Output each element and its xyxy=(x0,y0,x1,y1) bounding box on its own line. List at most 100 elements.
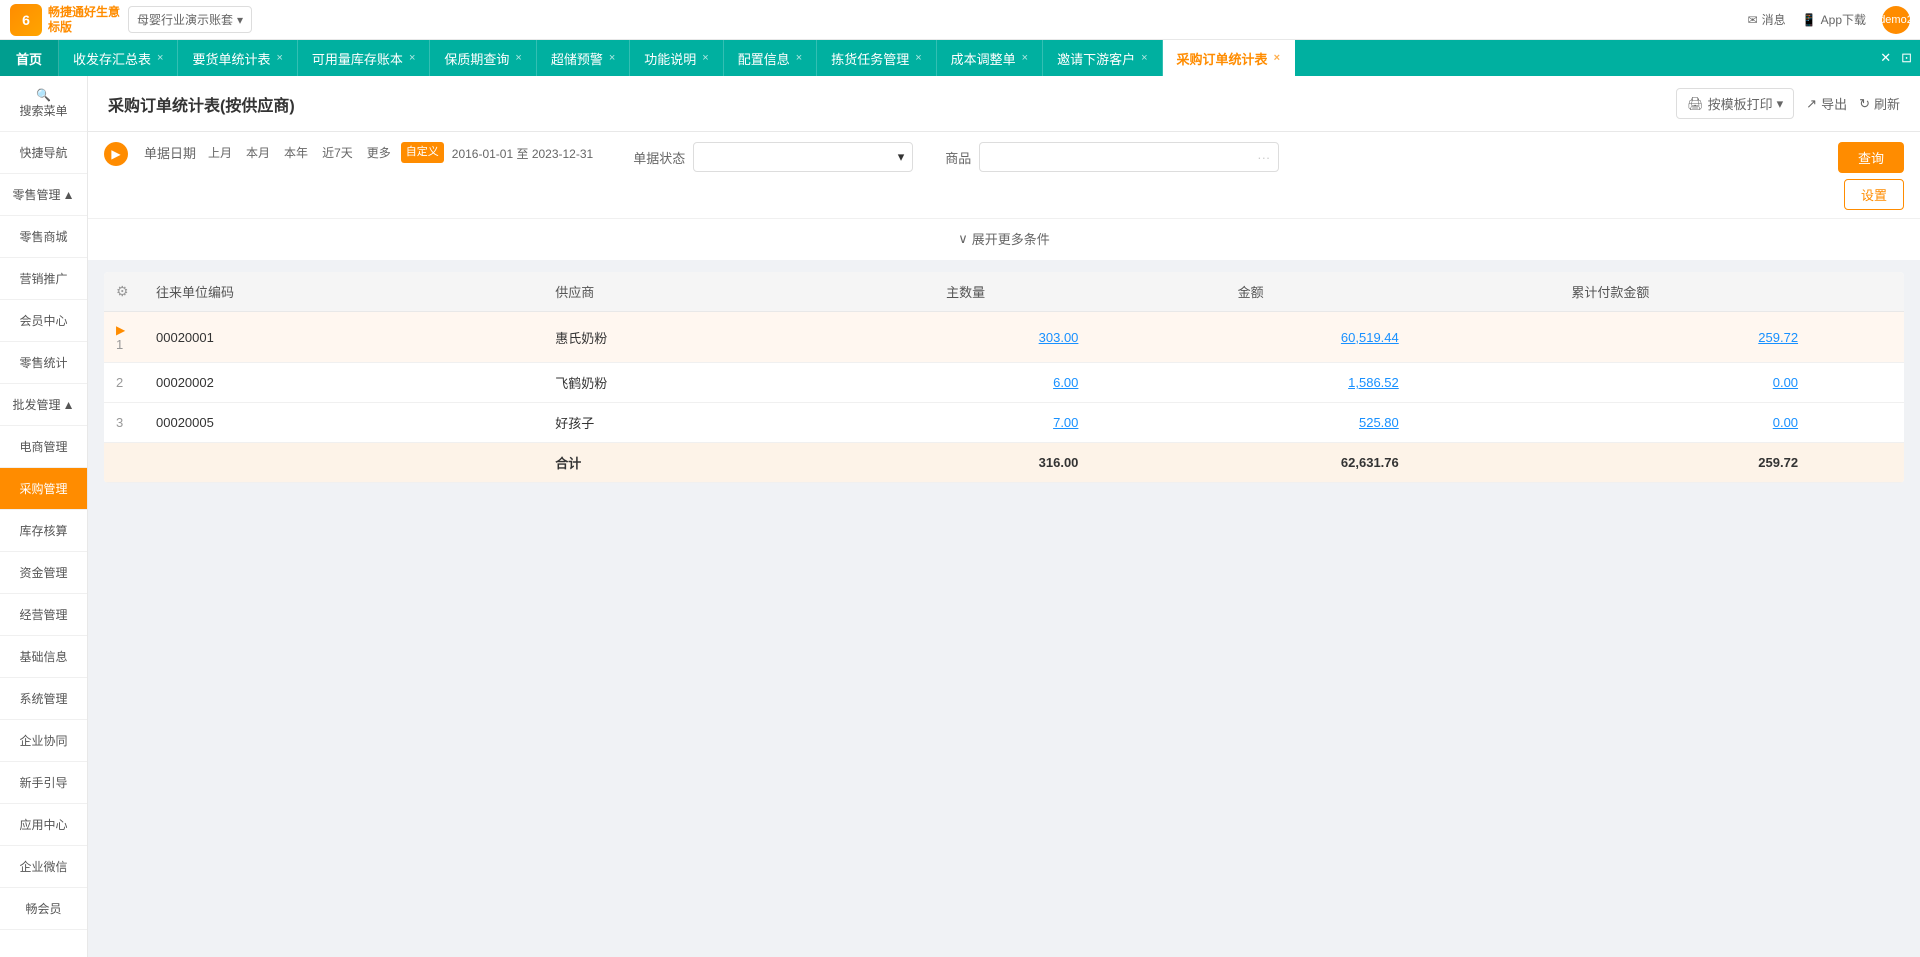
sidebar-item-enterprise-collab[interactable]: 企业协同 xyxy=(0,720,87,762)
row-index: 2 xyxy=(104,363,144,403)
row-amount[interactable]: 1,586.52 xyxy=(1090,363,1410,403)
tab-receive-summary[interactable]: 收发存汇总表 × xyxy=(59,40,178,76)
close-icon[interactable]: × xyxy=(515,52,521,64)
sidebar-item-operations[interactable]: 经营管理 xyxy=(0,594,87,636)
refresh-button[interactable]: ↻ 刷新 xyxy=(1859,94,1900,113)
row-quantity[interactable]: 6.00 xyxy=(841,363,1091,403)
close-window-icon[interactable]: ✕ xyxy=(1880,50,1891,66)
date-shortcuts: 上月 本月 本年 近7天 更多 自定义 xyxy=(204,142,444,163)
row-amount[interactable]: 525.80 xyxy=(1090,403,1410,443)
tab-config-info[interactable]: 配置信息 × xyxy=(724,40,817,76)
sidebar-item-ecommerce[interactable]: 电商管理 xyxy=(0,426,87,468)
workspace-selector[interactable]: 母婴行业演示账套 ▾ xyxy=(128,6,252,33)
close-icon[interactable]: × xyxy=(1022,52,1028,64)
expand-more-button[interactable]: ∨ 展开更多条件 xyxy=(946,223,1062,254)
page-header: 采购订单统计表(按供应商) 🖨 按模板打印 ▾ ↗ 导出 ↻ 刷新 xyxy=(88,76,1920,132)
row-quantity[interactable]: 303.00 xyxy=(841,312,1091,363)
sidebar-item-member-center[interactable]: 会员中心 xyxy=(0,300,87,342)
tab-home[interactable]: 首页 xyxy=(0,40,59,76)
date-filter-section: 单据日期 上月 本月 本年 近7天 更多 自定义 2016-01-01 至 20… xyxy=(144,142,593,163)
tab-pick-task[interactable]: 拣货任务管理 × xyxy=(817,40,936,76)
sidebar-item-enterprise-wechat[interactable]: 企业微信 xyxy=(0,846,87,888)
goods-filter: 商品 ··· xyxy=(945,142,1279,172)
sidebar-item-retail-mgmt[interactable]: 零售管理 ▲ xyxy=(0,174,87,216)
sidebar-item-retail-stats[interactable]: 零售统计 xyxy=(0,342,87,384)
tab-invite-downstream[interactable]: 邀请下游客户 × xyxy=(1043,40,1162,76)
sidebar-item-inventory[interactable]: 库存核算 xyxy=(0,510,87,552)
row-paid[interactable]: 259.72 xyxy=(1411,312,1810,363)
export-button[interactable]: ↗ 导出 xyxy=(1806,94,1847,113)
sidebar-item-new-guide[interactable]: 新手引导 xyxy=(0,762,87,804)
sidebar-item-wholesale-mgmt[interactable]: 批发管理 ▲ xyxy=(0,384,87,426)
nav-tab-controls: ✕ ⊡ xyxy=(1872,50,1920,66)
tab-order-summary[interactable]: 要货单统计表 × xyxy=(178,40,297,76)
close-icon[interactable]: × xyxy=(609,52,615,64)
app-download-button[interactable]: 📱 App下载 xyxy=(1802,11,1866,28)
column-settings-icon[interactable]: ⚙ xyxy=(116,283,129,299)
close-icon[interactable]: × xyxy=(915,52,921,64)
sidebar-item-app-center[interactable]: 应用中心 xyxy=(0,804,87,846)
table-header-row: ⚙ 往来单位编码 供应商 主数量 金额 累计付款金额 xyxy=(104,272,1904,312)
printer-icon: 🖨 xyxy=(1687,96,1704,112)
shortcut-last-month[interactable]: 上月 xyxy=(204,142,236,163)
close-icon[interactable]: × xyxy=(276,52,282,64)
sidebar-item-quick-nav[interactable]: 快捷导航 xyxy=(0,132,87,174)
sidebar-item-search[interactable]: 🔍 搜索菜单 xyxy=(0,76,87,132)
footer-amount: 62,631.76 xyxy=(1090,443,1410,483)
custom-date-tag[interactable]: 自定义 xyxy=(401,142,444,163)
message-button[interactable]: ✉ 消息 xyxy=(1748,11,1786,28)
page-title: 采购订单统计表(按供应商) xyxy=(108,92,295,116)
query-button[interactable]: 查询 xyxy=(1838,142,1904,173)
filter-main-row: ▶ 单据日期 上月 本月 本年 近7天 更多 自定义 2016-01-01 至 … xyxy=(88,132,1920,218)
settings-button[interactable]: 设置 xyxy=(1844,179,1904,210)
maximize-icon[interactable]: ⊡ xyxy=(1901,50,1912,66)
tab-overstock-warning[interactable]: 超储预警 × xyxy=(537,40,630,76)
tab-purchase-order-stats[interactable]: 采购订单统计表 × xyxy=(1163,40,1295,76)
shortcut-more[interactable]: 更多 xyxy=(363,142,395,163)
col-paid-header: 累计付款金额 xyxy=(1411,272,1810,312)
sidebar-item-purchase-mgmt[interactable]: 采购管理 xyxy=(0,468,87,510)
user-profile[interactable]: demo2 xyxy=(1882,6,1910,34)
close-icon[interactable]: × xyxy=(409,52,415,64)
row-paid[interactable]: 0.00 xyxy=(1411,403,1810,443)
shortcut-this-year[interactable]: 本年 xyxy=(280,142,312,163)
row-supplier: 惠氏奶粉 xyxy=(543,312,841,363)
tab-expiry-query[interactable]: 保质期查询 × xyxy=(430,40,536,76)
footer-label: 合计 xyxy=(543,443,841,483)
shortcut-7days[interactable]: 近7天 xyxy=(318,142,357,163)
sidebar-item-system-mgmt[interactable]: 系统管理 xyxy=(0,678,87,720)
main-layout: 🔍 搜索菜单 快捷导航 零售管理 ▲ 零售商城 营销推广 会员中心 零售统计 批… xyxy=(0,76,1920,957)
tab-available-stock[interactable]: 可用量库存账本 × xyxy=(298,40,430,76)
chevron-down-icon: ▾ xyxy=(1777,96,1784,112)
col-supplier-header: 供应商 xyxy=(543,272,841,312)
sidebar-item-basic-info[interactable]: 基础信息 xyxy=(0,636,87,678)
filter-toggle-button[interactable]: ▶ xyxy=(104,142,128,166)
row-code: 00020001 xyxy=(144,312,543,363)
close-icon[interactable]: × xyxy=(796,52,802,64)
close-icon[interactable]: × xyxy=(157,52,163,64)
row-paid[interactable]: 0.00 xyxy=(1411,363,1810,403)
chevron-down-icon: ▾ xyxy=(237,13,243,27)
close-icon[interactable]: × xyxy=(702,52,708,64)
tab-function-desc[interactable]: 功能说明 × xyxy=(630,40,723,76)
goods-input[interactable]: ··· xyxy=(979,142,1279,172)
tab-cost-adjust[interactable]: 成本调整单 × xyxy=(937,40,1043,76)
close-icon[interactable]: × xyxy=(1141,52,1147,64)
date-range-display: 2016-01-01 至 2023-12-31 xyxy=(452,147,593,161)
nav-tabs: 首页 收发存汇总表 × 要货单统计表 × 可用量库存账本 × 保质期查询 × 超… xyxy=(0,40,1920,76)
sidebar-item-chang-member[interactable]: 畅会员 xyxy=(0,888,87,930)
table-container: ⚙ 往来单位编码 供应商 主数量 金额 累计付款金额 ▶ 1 xyxy=(88,260,1920,957)
col-code-header: 往来单位编码 xyxy=(144,272,543,312)
status-select[interactable]: ▾ xyxy=(693,142,913,172)
sidebar-item-finance[interactable]: 资金管理 xyxy=(0,552,87,594)
print-button[interactable]: 🖨 按模板打印 ▾ xyxy=(1676,88,1794,119)
row-quantity[interactable]: 7.00 xyxy=(841,403,1091,443)
shortcut-this-month[interactable]: 本月 xyxy=(242,142,274,163)
sidebar-item-marketing[interactable]: 营销推广 xyxy=(0,258,87,300)
sidebar-item-retail-mall[interactable]: 零售商城 xyxy=(0,216,87,258)
close-icon[interactable]: × xyxy=(1274,52,1280,64)
expand-row-icon[interactable]: ▶ xyxy=(116,323,125,337)
chevron-down-icon: ▾ xyxy=(898,149,905,165)
row-index: ▶ 1 xyxy=(104,312,144,363)
row-amount[interactable]: 60,519.44 xyxy=(1090,312,1410,363)
